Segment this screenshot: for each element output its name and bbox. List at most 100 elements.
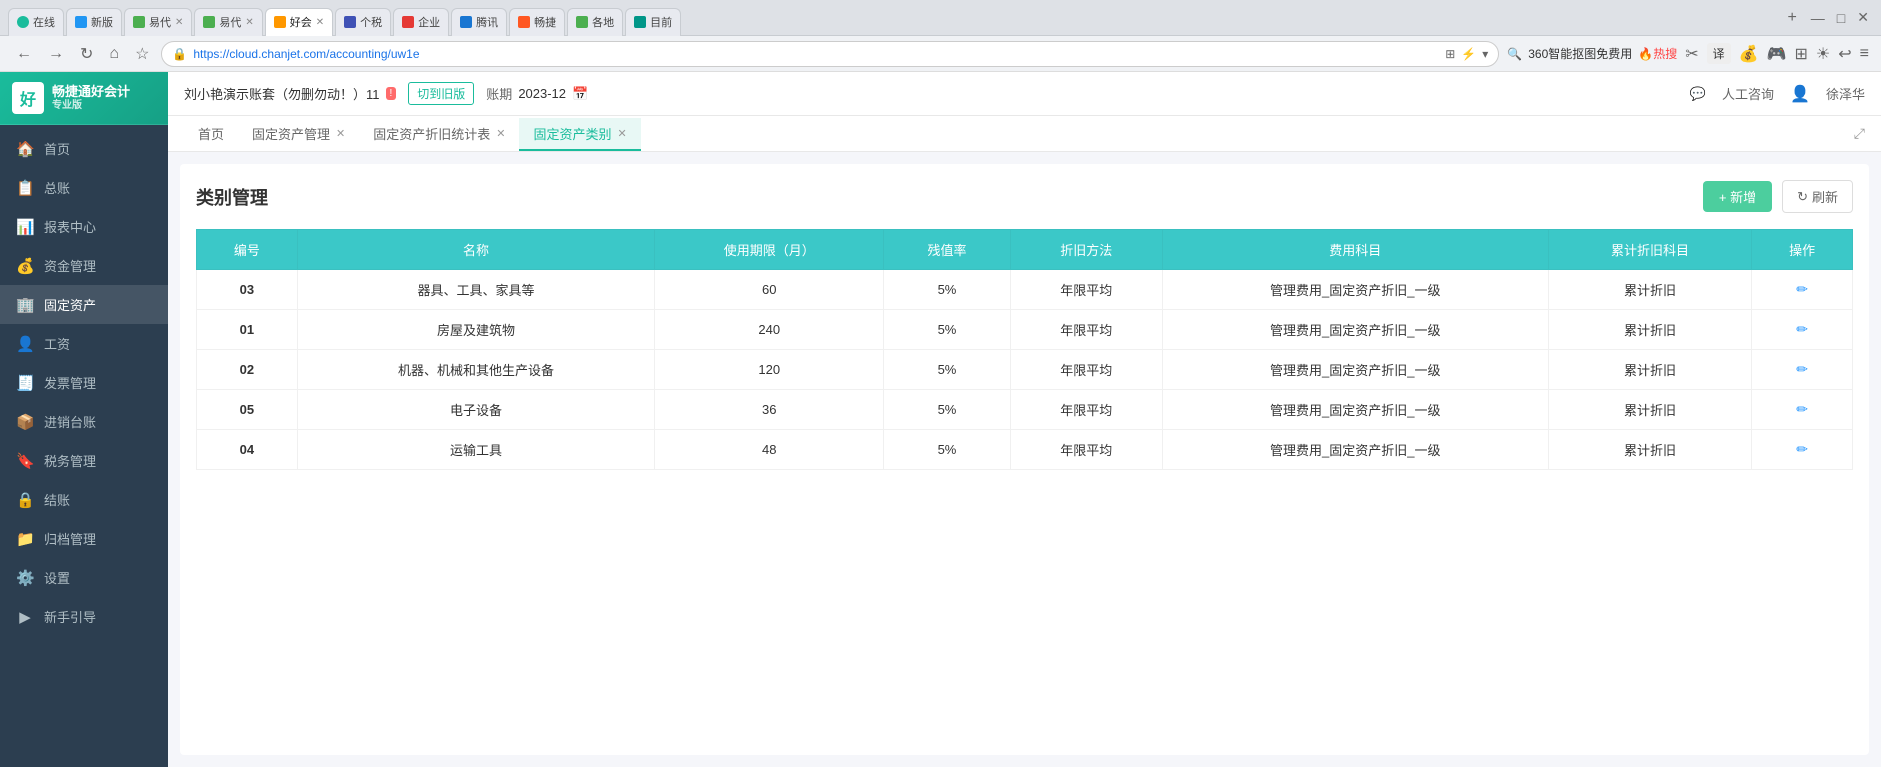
- refresh-icon: ↻: [1797, 189, 1808, 205]
- translate-icon[interactable]: 译: [1707, 43, 1731, 64]
- cell-action[interactable]: ✏: [1752, 350, 1853, 390]
- user-company: 刘小艳演示账套（勿删勿动！）11: [184, 84, 380, 103]
- sidebar-item-close[interactable]: 🔒 结账: [0, 480, 168, 519]
- sidebar-item-archive[interactable]: 📁 归档管理: [0, 519, 168, 558]
- security-icon: 🔒: [172, 47, 187, 61]
- tab-home[interactable]: 首页: [184, 118, 238, 151]
- back-btn[interactable]: ←: [12, 45, 36, 63]
- tab-close-fixed-assets-mgmt[interactable]: ✕: [336, 127, 345, 140]
- sidebar-item-purchase-sales[interactable]: 📦 进销台账: [0, 402, 168, 441]
- browser-tab-t8[interactable]: 腾讯: [451, 8, 507, 36]
- user-info: 刘小艳演示账套（勿删勿动！）11 !: [184, 84, 396, 103]
- table-row: 03 器具、工具、家具等 60 5% 年限平均 管理费用_固定资产折旧_一级 累…: [197, 270, 1853, 310]
- content-tabs: 首页 固定资产管理 ✕ 固定资产折旧统计表 ✕ 固定资产类别 ✕ ⤢: [168, 116, 1881, 152]
- cell-action[interactable]: ✏: [1752, 390, 1853, 430]
- cell-action[interactable]: ✏: [1752, 430, 1853, 470]
- browser-tab-t1[interactable]: 在线: [8, 8, 64, 36]
- support-label[interactable]: 人工咨询: [1722, 84, 1774, 103]
- cell-period: 60: [655, 270, 884, 310]
- tab-fixed-assets-mgmt[interactable]: 固定资产管理 ✕: [238, 118, 359, 151]
- period-info: 账期 2023-12 📅: [486, 84, 588, 103]
- tab-close-depreciation-table[interactable]: ✕: [496, 127, 505, 140]
- window-maximize[interactable]: □: [1833, 10, 1849, 26]
- sidebar-item-reports[interactable]: 📊 报表中心: [0, 207, 168, 246]
- edit-btn[interactable]: ✏: [1796, 441, 1808, 457]
- page-title: 类别管理: [196, 184, 268, 210]
- cell-method: 年限平均: [1010, 390, 1162, 430]
- edit-btn[interactable]: ✏: [1796, 281, 1808, 297]
- guide-icon: ▶: [16, 608, 34, 626]
- cell-expense: 管理费用_固定资产折旧_一级: [1162, 390, 1548, 430]
- forward-btn[interactable]: →: [44, 45, 68, 63]
- browser-tab-t10[interactable]: 各地: [567, 8, 623, 36]
- reload-btn[interactable]: ↻: [76, 44, 97, 64]
- lightning-icon[interactable]: ⚡: [1461, 47, 1476, 61]
- refresh-btn[interactable]: ↻ 刷新: [1782, 180, 1853, 213]
- browser-tab-t3[interactable]: 易代 ✕: [124, 8, 192, 36]
- sidebar-item-funds[interactable]: 💰 资金管理: [0, 246, 168, 285]
- edit-btn[interactable]: ✏: [1796, 401, 1808, 417]
- sidebar-item-tax[interactable]: 🔖 税务管理: [0, 441, 168, 480]
- browser-tab-t7[interactable]: 企业: [393, 8, 449, 36]
- tab-close-t4[interactable]: ✕: [245, 17, 253, 28]
- edit-btn[interactable]: ✏: [1796, 321, 1808, 337]
- cell-expense: 管理费用_固定资产折旧_一级: [1162, 350, 1548, 390]
- toolbar-right: + 新增 ↻ 刷新: [1703, 180, 1853, 213]
- company-badge: !: [386, 87, 397, 100]
- table-row: 04 运输工具 48 5% 年限平均 管理费用_固定资产折旧_一级 累计折旧 ✏: [197, 430, 1853, 470]
- tab-asset-category[interactable]: 固定资产类别 ✕: [519, 118, 640, 151]
- user-name[interactable]: 徐泽华: [1826, 84, 1865, 103]
- reports-icon: 📊: [16, 218, 34, 236]
- close-period-icon: 🔒: [16, 491, 34, 509]
- sidebar-item-fixed-assets[interactable]: 🏢 固定资产: [0, 285, 168, 324]
- cell-code: 02: [197, 350, 298, 390]
- sidebar-item-payroll[interactable]: 👤 工资: [0, 324, 168, 363]
- new-tab-btn[interactable]: +: [1781, 9, 1802, 27]
- sidebar-item-ledger[interactable]: 📋 总账: [0, 168, 168, 207]
- browser-tab-t6[interactable]: 个税: [335, 8, 391, 36]
- undo-icon[interactable]: ↩: [1838, 44, 1851, 64]
- menu-icon[interactable]: ≡: [1860, 45, 1869, 63]
- col-residual: 残值率: [884, 230, 1010, 270]
- refresh-label: 刷新: [1812, 187, 1838, 206]
- switch-version-btn[interactable]: 切到旧版: [408, 82, 474, 105]
- settings-icon: ⚙️: [16, 569, 34, 587]
- bookmark-btn[interactable]: ☆: [131, 44, 153, 64]
- edit-btn[interactable]: ✏: [1796, 361, 1808, 377]
- header-right: 💬 人工咨询 👤 徐泽华: [1690, 84, 1865, 104]
- sidebar-item-guide[interactable]: ▶ 新手引导: [0, 597, 168, 636]
- sidebar-item-settings[interactable]: ⚙️ 设置: [0, 558, 168, 597]
- support-icon: 💬: [1690, 86, 1706, 102]
- browser-tab-t11[interactable]: 目前: [625, 8, 681, 36]
- tab-depreciation-table[interactable]: 固定资产折旧统计表 ✕: [359, 118, 519, 151]
- brightness-icon: ☀: [1816, 44, 1830, 64]
- window-minimize[interactable]: —: [1807, 10, 1829, 26]
- fixed-assets-icon: 🏢: [16, 296, 34, 314]
- tab-close-t3[interactable]: ✕: [175, 17, 183, 28]
- add-btn[interactable]: + 新增: [1703, 181, 1772, 212]
- tab-max-icon[interactable]: ⤢: [1854, 125, 1865, 142]
- cell-residual: 5%: [884, 350, 1010, 390]
- browser-tab-t5[interactable]: 好会 ✕: [265, 8, 333, 36]
- cell-residual: 5%: [884, 390, 1010, 430]
- window-close[interactable]: ✕: [1853, 9, 1873, 26]
- col-expense: 费用科目: [1162, 230, 1548, 270]
- sidebar-item-invoice[interactable]: 🧾 发票管理: [0, 363, 168, 402]
- hot-search-label[interactable]: 🔥热搜: [1638, 45, 1677, 62]
- cell-action[interactable]: ✏: [1752, 270, 1853, 310]
- cell-action[interactable]: ✏: [1752, 310, 1853, 350]
- site-info-icon[interactable]: ⊞: [1445, 47, 1455, 61]
- sidebar-item-home[interactable]: 🏠 首页: [0, 129, 168, 168]
- home-btn[interactable]: ⌂: [105, 45, 123, 63]
- calendar-icon[interactable]: 📅: [572, 86, 588, 102]
- url-bar[interactable]: 🔒 https://cloud.chanjet.com/accounting/u…: [161, 41, 1499, 67]
- browser-tabs-bar: 在线 新版 易代 ✕ 易代 ✕ 好会 ✕ 个税 企业: [0, 0, 1881, 36]
- top-header: 刘小艳演示账套（勿删勿动！）11 ! 切到旧版 账期 2023-12 📅 💬 人…: [168, 72, 1881, 116]
- dropdown-icon[interactable]: ▾: [1482, 47, 1488, 61]
- search-text: 360智能抠图免费用: [1528, 45, 1632, 62]
- browser-tab-t9[interactable]: 畅捷: [509, 8, 565, 36]
- tab-close-asset-category[interactable]: ✕: [618, 127, 627, 140]
- tab-close-t5[interactable]: ✕: [316, 17, 324, 28]
- browser-tab-t2[interactable]: 新版: [66, 8, 122, 36]
- browser-tab-t4[interactable]: 易代 ✕: [194, 8, 262, 36]
